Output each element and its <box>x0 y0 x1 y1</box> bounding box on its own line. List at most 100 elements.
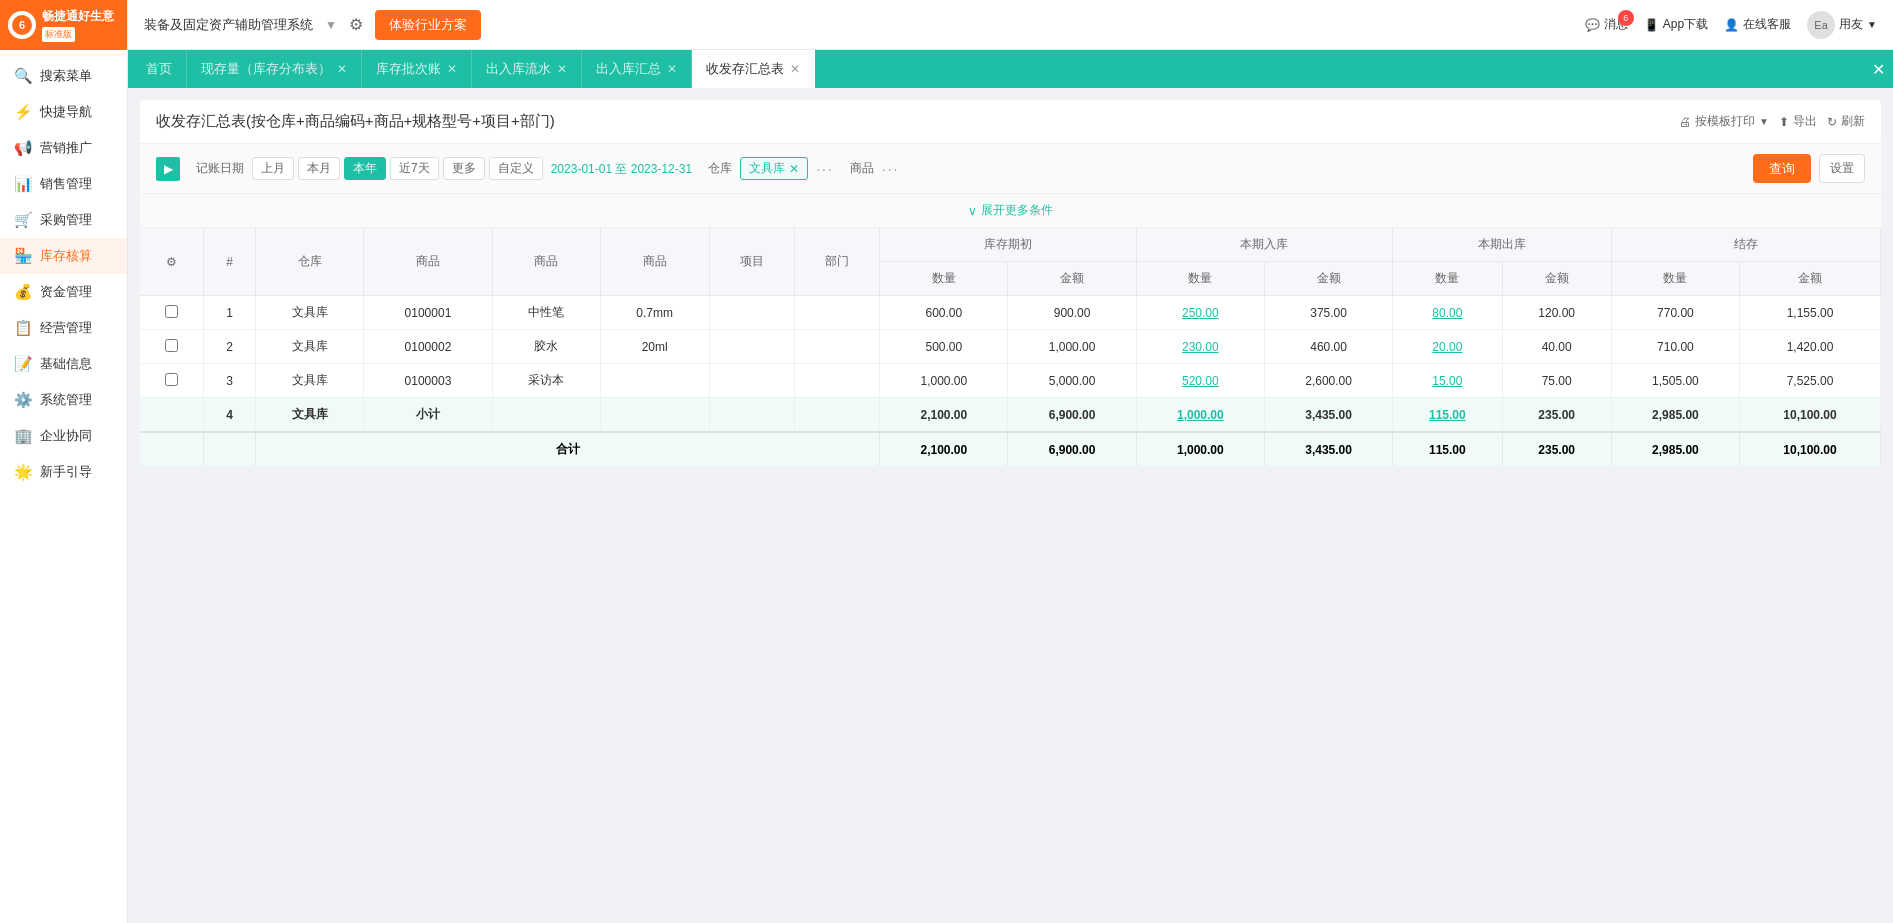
row-select-2[interactable] <box>140 330 203 364</box>
row-in-qty-3[interactable]: 520.00 <box>1136 364 1264 398</box>
tab-collect-summary[interactable]: 收发存汇总表 ✕ <box>692 50 815 88</box>
row-spec-1: 0.7mm <box>600 296 709 330</box>
tab-in-out-summary[interactable]: 出入库汇总 ✕ <box>582 50 692 88</box>
row-out-qty-2[interactable]: 20.00 <box>1393 330 1502 364</box>
subtotal-in-qty[interactable]: 1,000.00 <box>1136 398 1264 433</box>
sidebar-item-guide[interactable]: 🌟 新手引导 <box>0 454 127 490</box>
subtotal-out-qty[interactable]: 115.00 <box>1393 398 1502 433</box>
finance-icon: 💰 <box>14 283 32 301</box>
row-balance-amt-2: 1,420.00 <box>1740 330 1881 364</box>
tab-close-in-out-flow[interactable]: ✕ <box>557 62 567 76</box>
table-row: 2 文具库 0100002 胶水 20ml 500.00 1,000.00 23… <box>140 330 1881 364</box>
tab-close-stock-dist[interactable]: ✕ <box>337 62 347 76</box>
user-menu[interactable]: Ea 用友 ▼ <box>1807 11 1877 39</box>
row-out-qty-3[interactable]: 15.00 <box>1393 364 1502 398</box>
warehouse-more-button[interactable]: ··· <box>816 161 834 177</box>
table-row: 3 文具库 0100003 采访本 1,000.00 5,000.00 520.… <box>140 364 1881 398</box>
col-opening: 库存期初 <box>880 228 1137 262</box>
col-opening-amt: 金额 <box>1008 262 1136 296</box>
row-no-3: 3 <box>203 364 255 398</box>
this-year-button[interactable]: 本年 <box>344 157 386 180</box>
row-in-qty-2[interactable]: 230.00 <box>1136 330 1264 364</box>
col-settings[interactable]: ⚙ <box>140 228 203 296</box>
row-warehouse-1: 文具库 <box>256 296 364 330</box>
more-date-button[interactable]: 更多 <box>443 157 485 180</box>
tabs-bar: 首页 现存量（库存分布表） ✕ 库存批次账 ✕ 出入库流水 ✕ 出入库汇总 ✕ … <box>128 50 1893 88</box>
date-label: 记账日期 <box>196 160 244 177</box>
col-in-amt: 金额 <box>1264 262 1392 296</box>
col-spec: 商品 <box>600 228 709 296</box>
page-card: 收发存汇总表(按仓库+商品编码+商品+规格型号+项目+部门) 🖨 按模板打印 ▼… <box>140 100 1881 466</box>
sidebar-item-basic[interactable]: 📝 基础信息 <box>0 346 127 382</box>
app-download-item[interactable]: 📱 App下载 <box>1644 16 1708 33</box>
row-out-amt-3: 75.00 <box>1502 364 1611 398</box>
sidebar-item-sales[interactable]: 📊 销售管理 <box>0 166 127 202</box>
try-industry-button[interactable]: 体验行业方案 <box>375 10 481 40</box>
col-code: 商品 <box>364 228 492 296</box>
col-in: 本期入库 <box>1136 228 1393 262</box>
tab-batch-account[interactable]: 库存批次账 ✕ <box>362 50 472 88</box>
sidebar-item-quick-nav[interactable]: ⚡ 快捷导航 <box>0 94 127 130</box>
7days-button[interactable]: 近7天 <box>390 157 439 180</box>
search-icon: 🔍 <box>14 67 32 85</box>
sidebar-item-enterprise[interactable]: 🏢 企业协同 <box>0 418 127 454</box>
tab-in-out-flow[interactable]: 出入库流水 ✕ <box>472 50 582 88</box>
online-service-item[interactable]: 👤 在线客服 <box>1724 16 1791 33</box>
sidebar-item-marketing[interactable]: 📢 营销推广 <box>0 130 127 166</box>
row-balance-qty-1: 770.00 <box>1611 296 1739 330</box>
sidebar-item-inventory[interactable]: 🏪 库存核算 <box>0 238 127 274</box>
sidebar-title: 畅捷通好生意 标准版 <box>42 8 114 42</box>
prev-month-button[interactable]: 上月 <box>252 157 294 180</box>
row-select-3[interactable] <box>140 364 203 398</box>
warehouse-tag[interactable]: 文具库 ✕ <box>740 157 808 180</box>
row-dept-1 <box>795 296 880 330</box>
table-row: 1 文具库 0100001 中性笔 0.7mm 600.00 900.00 25… <box>140 296 1881 330</box>
tab-close-batch-account[interactable]: ✕ <box>447 62 457 76</box>
total-opening-amt: 6,900.00 <box>1008 432 1136 466</box>
sidebar-item-purchase[interactable]: 🛒 采购管理 <box>0 202 127 238</box>
export-button[interactable]: ⬆ 导出 <box>1779 113 1817 130</box>
expand-filter-button[interactable]: ∨ 展开更多条件 <box>968 202 1053 219</box>
goods-more-button[interactable]: ··· <box>882 161 900 177</box>
app-logo: 6 <box>8 11 36 39</box>
tab-home[interactable]: 首页 <box>132 50 187 88</box>
service-icon: 👤 <box>1724 18 1739 32</box>
custom-date-button[interactable]: 自定义 <box>489 157 543 180</box>
tab-close-in-out-summary[interactable]: ✕ <box>667 62 677 76</box>
total-opening-qty: 2,100.00 <box>880 432 1008 466</box>
export-icon: ⬆ <box>1779 115 1789 129</box>
page-title: 收发存汇总表(按仓库+商品编码+商品+规格型号+项目+部门) <box>156 112 555 131</box>
refresh-button[interactable]: ↻ 刷新 <box>1827 113 1865 130</box>
row-checkbox-2[interactable] <box>165 339 178 352</box>
print-button[interactable]: 🖨 按模板打印 ▼ <box>1679 113 1769 130</box>
row-opening-qty-3: 1,000.00 <box>880 364 1008 398</box>
row-checkbox-1[interactable] <box>165 305 178 318</box>
tabs-close-all[interactable]: ✕ <box>1872 60 1885 79</box>
logo-number: 6 <box>12 15 32 35</box>
warehouse-tag-close[interactable]: ✕ <box>789 162 799 176</box>
row-checkbox-3[interactable] <box>165 373 178 386</box>
col-balance: 结存 <box>1611 228 1880 262</box>
subtotal-balance-qty: 2,985.00 <box>1611 398 1739 433</box>
marketing-icon: 📢 <box>14 139 32 157</box>
filter-toggle-button[interactable]: ▶ <box>156 157 180 181</box>
row-in-qty-1[interactable]: 250.00 <box>1136 296 1264 330</box>
row-project-1 <box>709 296 794 330</box>
settings-icon[interactable]: ⚙ <box>349 15 363 34</box>
query-button[interactable]: 查询 <box>1753 154 1811 183</box>
tab-close-collect-summary[interactable]: ✕ <box>790 62 800 76</box>
table-total-row: 合计 2,100.00 6,900.00 1,000.00 3,435.00 1… <box>140 432 1881 466</box>
row-out-qty-1[interactable]: 80.00 <box>1393 296 1502 330</box>
sidebar-item-search[interactable]: 🔍 搜索菜单 <box>0 58 127 94</box>
sidebar-item-business[interactable]: 📋 经营管理 <box>0 310 127 346</box>
tab-stock-dist[interactable]: 现存量（库存分布表） ✕ <box>187 50 362 88</box>
row-balance-amt-3: 7,525.00 <box>1740 364 1881 398</box>
sidebar-item-system[interactable]: ⚙️ 系统管理 <box>0 382 127 418</box>
date-filter-section: 记账日期 上月 本月 本年 近7天 更多 自定义 2023-01-01 至 20… <box>196 157 692 180</box>
set-button[interactable]: 设置 <box>1819 154 1865 183</box>
page-content: 收发存汇总表(按仓库+商品编码+商品+规格型号+项目+部门) 🖨 按模板打印 ▼… <box>128 88 1893 923</box>
sidebar-item-finance[interactable]: 💰 资金管理 <box>0 274 127 310</box>
row-select-1[interactable] <box>140 296 203 330</box>
current-month-button[interactable]: 本月 <box>298 157 340 180</box>
message-item[interactable]: 💬 消息 6 <box>1585 16 1628 33</box>
